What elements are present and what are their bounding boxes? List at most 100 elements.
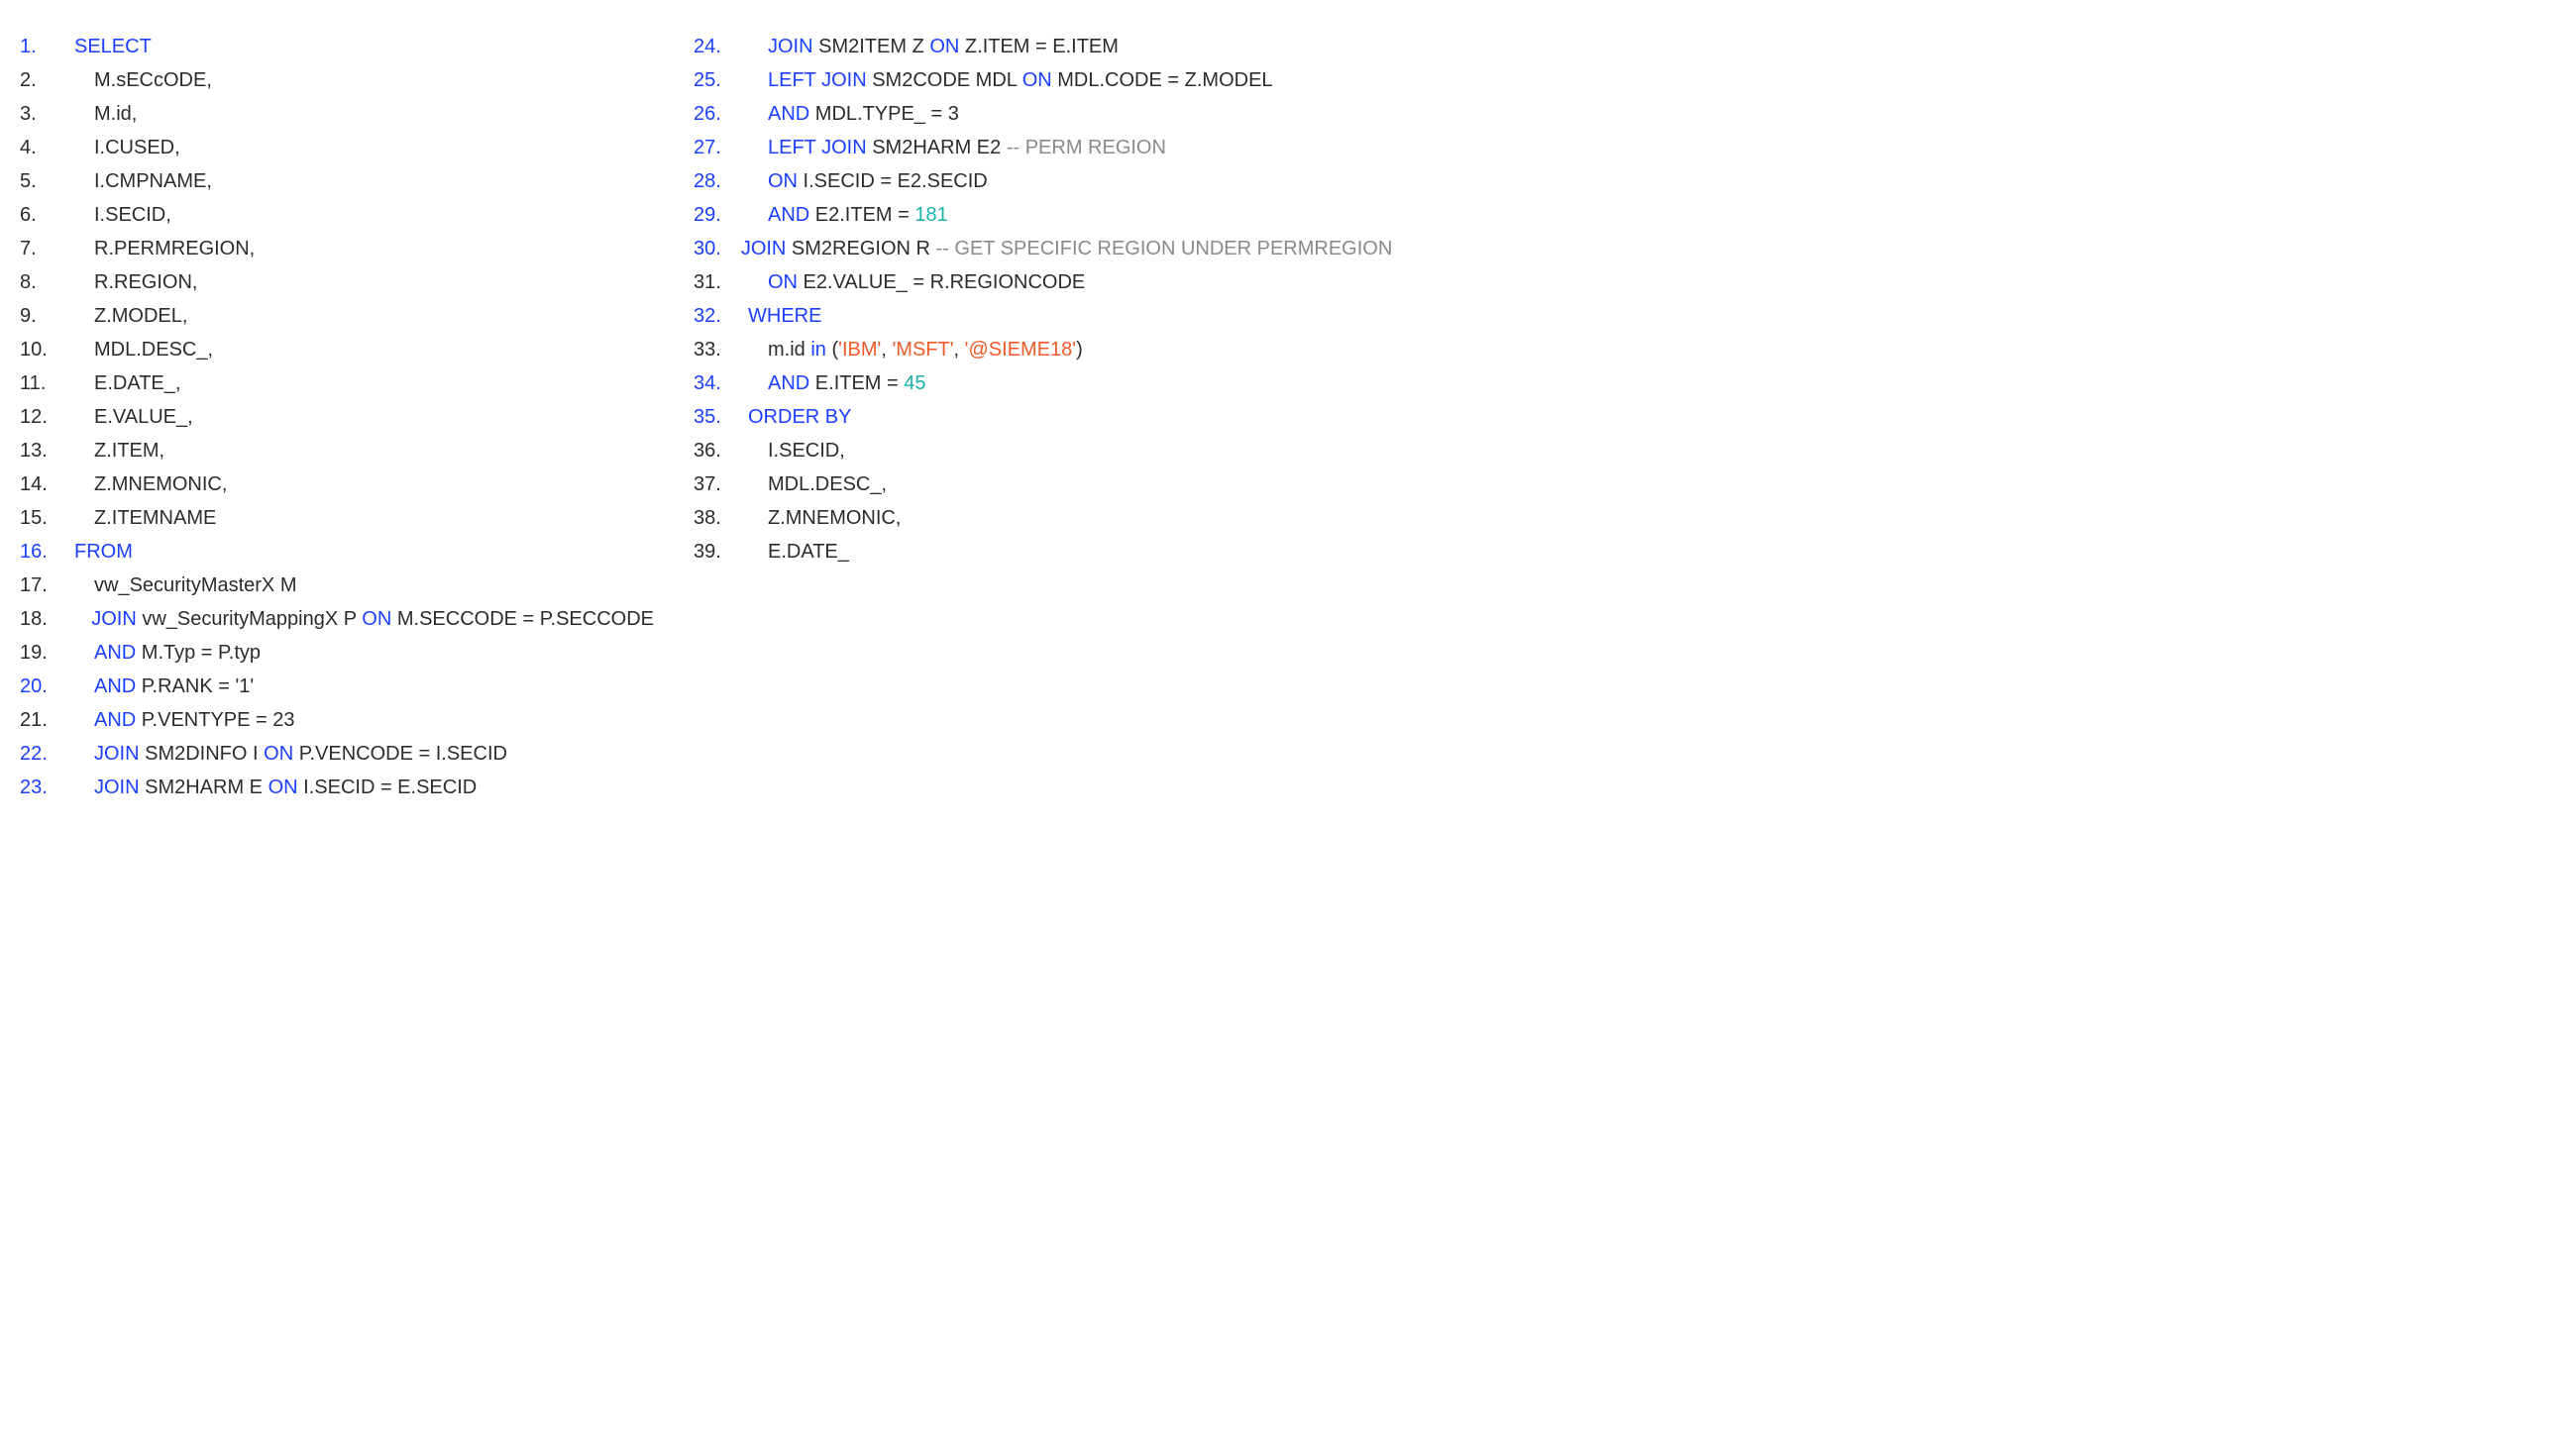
token-kw: AND	[768, 103, 809, 125]
token-id: P.VENTYPE = 23	[136, 709, 294, 731]
line-number: 39.	[694, 535, 748, 569]
line-content: I.CUSED,	[74, 131, 180, 164]
code-line: 38.Z.MNEMONIC,	[694, 501, 1328, 535]
token-kw: ORDER BY	[748, 406, 851, 428]
line-content: LEFT JOIN SM2HARM E2 -- PERM REGION	[748, 131, 1166, 164]
line-number: 6.	[20, 198, 74, 232]
line-content: E.VALUE_,	[74, 400, 193, 434]
token-cmt: -- PERM REGION	[1007, 137, 1166, 158]
line-content: WHERE	[748, 299, 821, 333]
line-content: Z.ITEM,	[74, 434, 164, 467]
line-number: 37.	[694, 467, 748, 501]
token-kw: AND	[94, 709, 136, 731]
token-id: M.SECCODE = P.SECCODE	[391, 608, 654, 630]
token-id: SM2HARM E2	[867, 137, 1007, 158]
token-kw: LEFT JOIN	[768, 69, 867, 91]
code-line: 30.JOIN SM2REGION R -- GET SPECIFIC REGI…	[694, 232, 1328, 265]
token-kw: WHERE	[748, 305, 821, 327]
line-content: m.id in ('IBM', 'MSFT', '@SIEME18')	[748, 333, 1083, 366]
line-content: AND M.Typ = P.typ	[74, 636, 261, 670]
token-id: E2.ITEM =	[809, 204, 914, 226]
token-id: E.DATE_,	[94, 372, 180, 394]
line-number: 35.	[694, 400, 748, 434]
token-id: R.PERMREGION,	[94, 238, 255, 259]
token-kw: ON	[264, 743, 293, 765]
code-line: 16.FROM	[20, 535, 654, 569]
line-number: 16.	[20, 535, 74, 569]
token-id: I.CUSED,	[94, 137, 180, 158]
token-id: MDL.DESC_,	[768, 473, 887, 495]
line-content: ORDER BY	[748, 400, 851, 434]
line-content: I.SECID,	[748, 434, 845, 467]
line-content: SELECT	[74, 30, 152, 63]
line-number: 10.	[20, 333, 74, 366]
token-id: vw_SecurityMappingX P	[137, 608, 363, 630]
token-id: Z.MNEMONIC,	[768, 507, 901, 529]
code-line: 3.M.id,	[20, 97, 654, 131]
line-number: 1.	[20, 30, 74, 63]
code-line: 26.AND MDL.TYPE_ = 3	[694, 97, 1328, 131]
line-number: 25.	[694, 63, 748, 97]
code-line: 19.AND M.Typ = P.typ	[20, 636, 654, 670]
line-number: 12.	[20, 400, 74, 434]
line-number: 15.	[20, 501, 74, 535]
token-kw: ON	[268, 776, 298, 798]
code-line: 25.LEFT JOIN SM2CODE MDL ON MDL.CODE = Z…	[694, 63, 1328, 97]
token-id: P.VENCODE = I.SECID	[293, 743, 507, 765]
code-line: 15.Z.ITEMNAME	[20, 501, 654, 535]
line-content: JOIN SM2REGION R -- GET SPECIFIC REGION …	[721, 232, 1392, 265]
token-kw: JOIN	[741, 238, 787, 259]
code-line: 9.Z.MODEL,	[20, 299, 654, 333]
token-id: E2.VALUE_ = R.REGIONCODE	[798, 271, 1085, 293]
token-str: 'IBM'	[838, 339, 881, 361]
line-content: Z.MNEMONIC,	[748, 501, 901, 535]
line-content: AND MDL.TYPE_ = 3	[748, 97, 959, 131]
line-number: 33.	[694, 333, 748, 366]
token-id: E.ITEM =	[809, 372, 904, 394]
token-kw: AND	[768, 204, 809, 226]
token-kw: ON	[768, 271, 798, 293]
code-line: 31.ON E2.VALUE_ = R.REGIONCODE	[694, 265, 1328, 299]
code-line: 36.I.SECID,	[694, 434, 1328, 467]
token-id: m.id	[768, 339, 810, 361]
line-content: JOIN SM2HARM E ON I.SECID = E.SECID	[74, 771, 477, 804]
token-id: MDL.DESC_,	[94, 339, 213, 361]
line-number: 21.	[20, 703, 74, 737]
line-content: Z.MNEMONIC,	[74, 467, 227, 501]
token-id: SM2REGION R	[786, 238, 935, 259]
code-line: 11.E.DATE_,	[20, 366, 654, 400]
line-number: 24.	[694, 30, 748, 63]
token-id: Z.ITEM,	[94, 440, 164, 462]
token-id: vw_SecurityMasterX M	[94, 574, 297, 596]
token-id: SM2HARM E	[140, 776, 268, 798]
line-number: 29.	[694, 198, 748, 232]
code-line: 32.WHERE	[694, 299, 1328, 333]
token-id: Z.ITEM = E.ITEM	[959, 36, 1119, 57]
token-kw: JOIN	[94, 776, 140, 798]
code-line: 8.R.REGION,	[20, 265, 654, 299]
token-kw: AND	[94, 675, 136, 697]
token-id: M.Typ = P.typ	[136, 642, 261, 664]
line-number: 17.	[20, 569, 74, 602]
line-content: AND P.RANK = '1'	[74, 670, 254, 703]
token-id: (	[826, 339, 838, 361]
code-line: 24.JOIN SM2ITEM Z ON Z.ITEM = E.ITEM	[694, 30, 1328, 63]
token-kw: LEFT JOIN	[768, 137, 867, 158]
code-line: 7.R.PERMREGION,	[20, 232, 654, 265]
line-content: vw_SecurityMasterX M	[74, 569, 297, 602]
line-content: AND E.ITEM = 45	[748, 366, 926, 400]
token-id: E.DATE_	[768, 541, 849, 563]
token-kw: SELECT	[74, 36, 152, 57]
token-kw: ON	[362, 608, 391, 630]
line-content: Z.MODEL,	[74, 299, 187, 333]
line-number: 9.	[20, 299, 74, 333]
token-id: I.SECID = E.SECID	[298, 776, 478, 798]
line-content: JOIN vw_SecurityMappingX P ON M.SECCODE …	[71, 602, 654, 636]
line-number: 8.	[20, 265, 74, 299]
line-number: 3.	[20, 97, 74, 131]
code-line: 17. vw_SecurityMasterX M	[20, 569, 654, 602]
line-content: R.REGION,	[74, 265, 197, 299]
code-line: 33.m.id in ('IBM', 'MSFT', '@SIEME18')	[694, 333, 1328, 366]
line-content: M.id,	[74, 97, 137, 131]
token-kw: FROM	[74, 541, 133, 563]
